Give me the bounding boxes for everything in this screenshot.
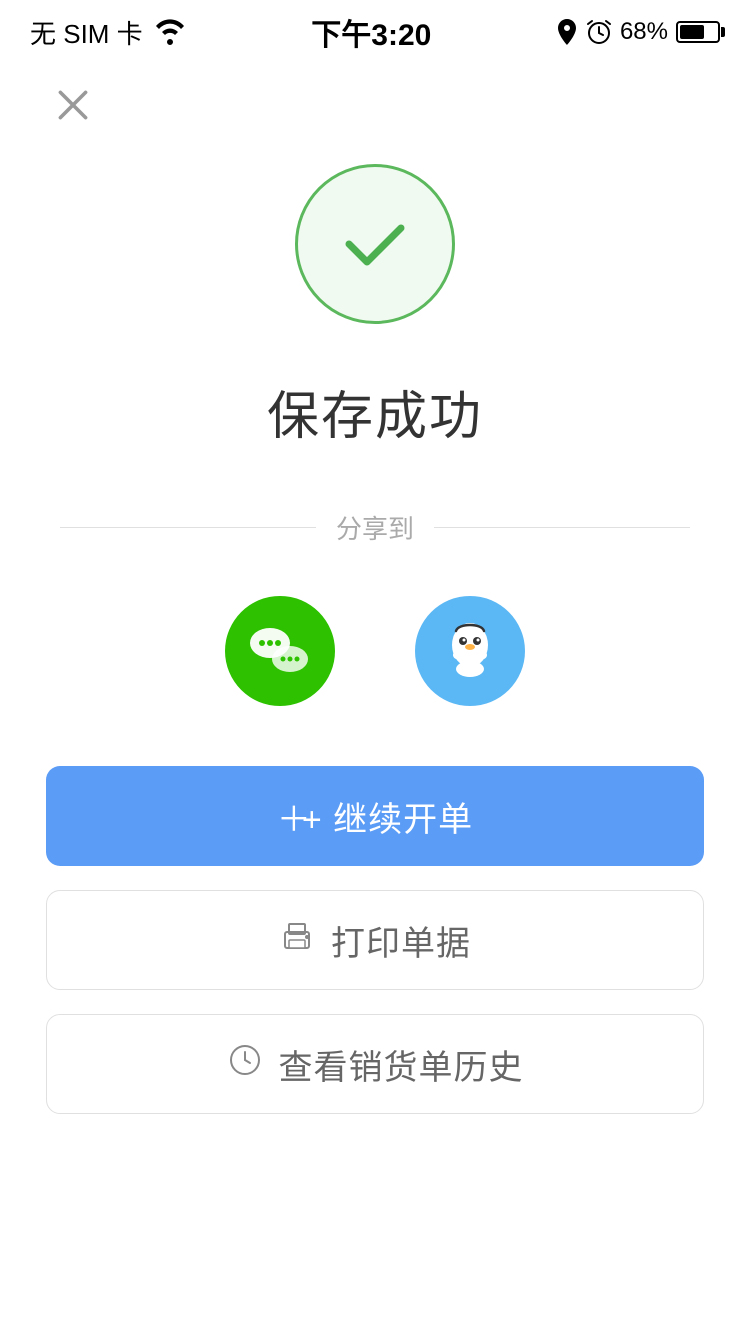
qq-share-button[interactable] (415, 596, 525, 706)
share-section: 分享到 (0, 509, 750, 706)
history-button[interactable]: 查看销货单历史 (46, 1014, 704, 1114)
carrier-text: 无 SIM 卡 (30, 14, 143, 51)
battery-percent: 68% (620, 18, 668, 46)
divider-left (60, 527, 316, 528)
status-time: 下午3:20 (311, 10, 431, 54)
status-bar: 无 SIM 卡 下午3:20 68% (0, 0, 750, 64)
main-content: 保存成功 分享到 (0, 64, 750, 1114)
alarm-icon (586, 19, 612, 45)
status-right: 68% (556, 18, 720, 46)
divider-right (434, 527, 690, 528)
share-label: 分享到 (336, 509, 414, 546)
history-label: 查看销货单历史 (279, 1040, 524, 1089)
share-divider: 分享到 (0, 509, 750, 546)
success-circle (295, 164, 455, 324)
continue-label: + 继续开单 (302, 792, 473, 841)
status-left: 无 SIM 卡 (30, 14, 187, 51)
continue-button[interactable]: ＋ + 继续开单 (46, 766, 704, 866)
battery-fill (680, 25, 704, 39)
qq-icon (438, 617, 502, 685)
battery-icon (676, 21, 720, 43)
wechat-share-button[interactable] (225, 596, 335, 706)
wifi-icon (153, 19, 187, 45)
share-icons (225, 596, 525, 706)
print-button[interactable]: 打印单据 (46, 890, 704, 990)
history-icon (227, 1042, 263, 1087)
success-title: 保存成功 (267, 374, 483, 449)
checkmark-icon (335, 204, 415, 284)
location-icon (556, 19, 578, 45)
print-icon (279, 918, 315, 963)
print-label: 打印单据 (331, 916, 471, 965)
wechat-icon (246, 621, 314, 681)
action-buttons: ＋ + 继续开单 打印单据 查看销货单历史 (0, 766, 750, 1114)
close-button[interactable] (48, 80, 98, 130)
